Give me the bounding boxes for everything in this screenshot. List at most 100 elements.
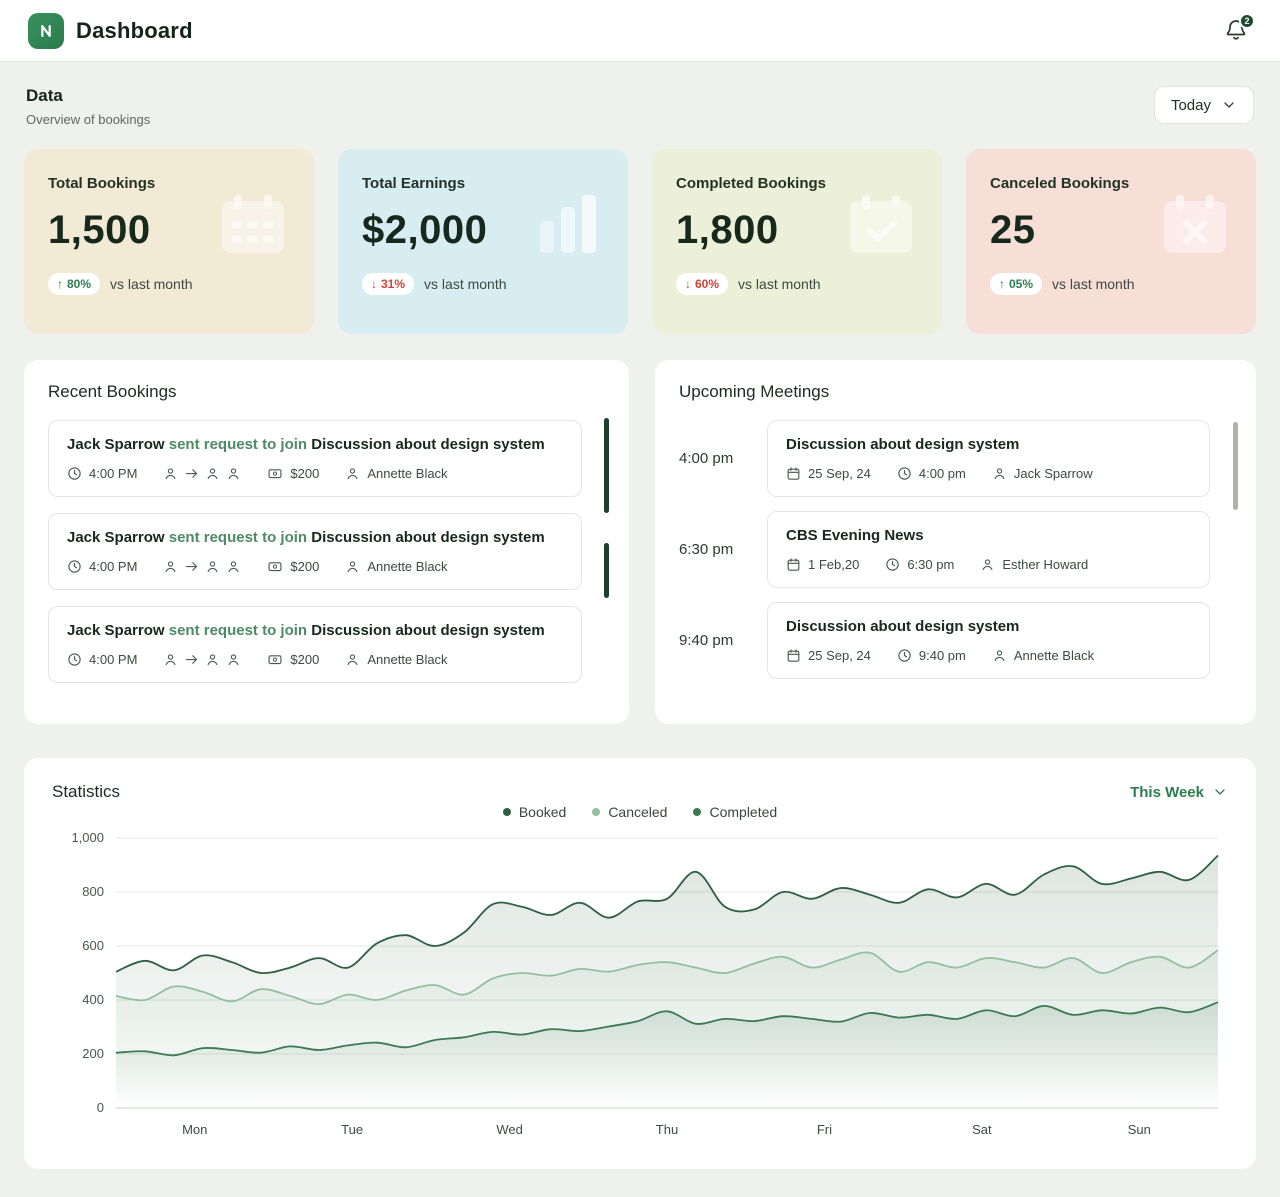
recent-bookings-scrollbar[interactable]	[604, 543, 609, 598]
meeting-card[interactable]: Discussion about design system 25 Sep, 2…	[767, 420, 1210, 497]
upcoming-meetings-panel: Upcoming Meetings 4:00 pm Discussion abo…	[655, 360, 1256, 724]
person-icon	[994, 650, 1005, 662]
notifications-button[interactable]: 2	[1224, 12, 1255, 45]
person-icon	[207, 561, 218, 573]
stat-note: vs last month	[424, 276, 507, 292]
calendar-check-icon	[846, 193, 916, 260]
svg-text:1,000: 1,000	[71, 830, 104, 845]
meeting-time: 9:40 pm	[897, 648, 966, 663]
meeting-time: 6:30 pm	[885, 557, 954, 572]
trend-badge: ↑ 80%	[48, 273, 101, 295]
brand: Dashboard	[28, 12, 193, 49]
booking-owner: Annette Black	[345, 466, 448, 481]
recent-bookings-scrollbar[interactable]	[604, 418, 609, 513]
clock-icon	[68, 560, 81, 573]
clock-icon	[898, 649, 911, 662]
stat-card-completed-bookings: Completed Bookings 1,800 ↓ 60% vs last mo…	[652, 149, 942, 334]
app-logo-icon	[28, 12, 64, 49]
person-icon	[207, 468, 218, 480]
person-icon	[347, 654, 358, 666]
person-icon	[347, 561, 358, 573]
stat-label: Total Bookings	[48, 175, 156, 192]
recent-bookings-title: Recent Bookings	[48, 382, 177, 401]
booking-list-item[interactable]: Jack Sparrow sent request to join Discus…	[48, 606, 582, 683]
svg-text:Tue: Tue	[341, 1122, 363, 1137]
stat-card-canceled-bookings: Canceled Bookings 25 ↑ 05% vs last month	[966, 149, 1256, 334]
trend-arrow-icon: ↓	[685, 277, 691, 291]
booking-amount: $200	[267, 652, 319, 667]
week-range-dropdown[interactable]: This Week	[1130, 784, 1228, 801]
meeting-person: Esther Howard	[980, 557, 1088, 572]
meeting-title: Discussion about design system	[786, 436, 1020, 453]
top-bar: Dashboard 2	[0, 0, 1280, 62]
upcoming-meetings-scrollbar[interactable]	[1233, 422, 1238, 510]
statistics-line-chart: 0 200 400 600 800 1,000 Mon Tue Wed Thu Fri Sat Sun	[52, 828, 1228, 1149]
participants-flow	[163, 559, 241, 574]
section-title: Data	[26, 86, 63, 105]
page-title: Dashboard	[76, 17, 193, 43]
meeting-time: 4:00 pm	[897, 466, 966, 481]
payment-icon	[268, 655, 282, 665]
arrow-right-icon	[186, 655, 198, 664]
stat-note: vs last month	[110, 276, 193, 292]
meeting-date: 25 Sep, 24	[786, 466, 871, 481]
legend-item-completed: Completed	[693, 804, 777, 820]
calendar-icon	[218, 193, 288, 260]
svg-text:0: 0	[97, 1100, 104, 1115]
calendar-x-icon	[1160, 193, 1230, 260]
svg-text:Sun: Sun	[1128, 1122, 1151, 1137]
person-icon	[228, 468, 239, 480]
stat-label: Completed Bookings	[676, 175, 827, 192]
meeting-slot-time: 4:00 pm	[679, 450, 734, 467]
booking-time: 4:00 PM	[67, 466, 137, 481]
legend-item-booked: Booked	[502, 804, 566, 820]
chevron-down-icon	[1224, 102, 1234, 108]
upcoming-meetings-title: Upcoming Meetings	[679, 382, 830, 401]
meeting-title: CBS Evening News	[786, 527, 924, 544]
booking-time: 4:00 PM	[67, 559, 137, 574]
person-icon	[347, 468, 358, 480]
svg-text:Fri: Fri	[817, 1122, 832, 1137]
calendar-icon	[787, 649, 800, 662]
legend-dot	[502, 808, 511, 816]
booking-list-item[interactable]: Jack Sparrow sent request to join Discus…	[48, 420, 582, 497]
meeting-card[interactable]: CBS Evening News 1 Feb,20 6:30 pm Esther…	[767, 511, 1210, 588]
stat-note: vs last month	[1052, 276, 1135, 292]
person-icon	[994, 468, 1005, 480]
chart-legend: Booked Canceled Completed	[52, 804, 1228, 820]
calendar-icon	[787, 467, 800, 480]
date-range-dropdown[interactable]: Today	[1153, 86, 1254, 124]
clock-icon	[68, 653, 81, 666]
participants-flow	[163, 652, 241, 667]
booking-owner: Annette Black	[345, 559, 448, 574]
payment-icon	[268, 562, 282, 572]
person-icon	[982, 559, 993, 571]
svg-text:Mon: Mon	[182, 1122, 207, 1137]
trend-arrow-icon: ↑	[999, 277, 1005, 291]
person-icon	[165, 654, 176, 666]
booking-list-item[interactable]: Jack Sparrow sent request to join Discus…	[48, 513, 582, 590]
data-section-header: Data Overview of bookings Today	[24, 82, 1256, 127]
person-icon	[165, 468, 176, 480]
meeting-row: 9:40 pm Discussion about design system 2…	[679, 602, 1232, 679]
arrow-right-icon	[186, 469, 198, 478]
calendar-icon	[787, 558, 800, 571]
booking-amount: $200	[267, 466, 319, 481]
trend-badge: ↑ 05%	[990, 273, 1043, 295]
arrow-right-icon	[186, 562, 198, 571]
meeting-row: 6:30 pm CBS Evening News 1 Feb,20 6:30 p…	[679, 511, 1232, 588]
meeting-row: 4:00 pm Discussion about design system 2…	[679, 420, 1232, 497]
recent-bookings-panel: Recent Bookings Jack Sparrow sent reques…	[24, 360, 629, 724]
meeting-slot-time: 9:40 pm	[679, 632, 734, 649]
legend-dot	[693, 808, 702, 816]
stat-card-total-bookings: Total Bookings 1,500 ↑ 80% vs last month	[24, 149, 314, 334]
meeting-card[interactable]: Discussion about design system 25 Sep, 2…	[767, 602, 1210, 679]
booking-title: Jack Sparrow sent request to join Discus…	[67, 436, 545, 453]
stat-cards: Total Bookings 1,500 ↑80% vs last month	[24, 149, 1256, 334]
person-icon	[228, 654, 239, 666]
bar-chart-icon	[536, 193, 602, 260]
trend-arrow-icon: ↓	[371, 277, 377, 291]
svg-text:600: 600	[82, 938, 104, 953]
stat-label: Canceled Bookings	[990, 175, 1130, 192]
meeting-date: 1 Feb,20	[786, 557, 859, 572]
